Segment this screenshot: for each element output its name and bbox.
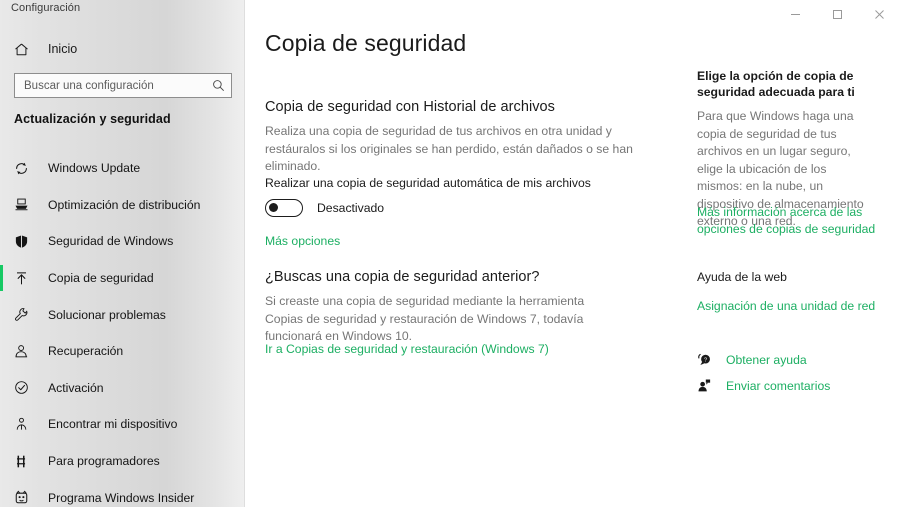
minimize-button[interactable] bbox=[774, 0, 816, 28]
section-description-previous-backup: Si creaste una copia de seguridad median… bbox=[265, 294, 585, 343]
search-input[interactable] bbox=[15, 73, 206, 98]
sidebar-item-label: Optimización de distribución bbox=[48, 197, 201, 212]
feedback-person-icon bbox=[697, 378, 719, 393]
recovery-icon bbox=[14, 344, 34, 359]
close-icon bbox=[874, 9, 884, 19]
sidebar-item-windows-update[interactable]: Windows Update bbox=[0, 150, 245, 187]
sidebar-item-find-my-device[interactable]: Encontrar mi dispositivo bbox=[0, 406, 245, 443]
right-panel-actions: ? Obtener ayuda Enviar comentarios bbox=[697, 348, 830, 400]
close-button[interactable] bbox=[858, 0, 900, 28]
help-bubble-icon: ? bbox=[697, 352, 719, 367]
toggle-knob bbox=[269, 203, 278, 212]
window-controls bbox=[774, 0, 900, 28]
find-device-icon bbox=[14, 417, 34, 432]
selection-accent bbox=[0, 411, 3, 438]
selection-accent bbox=[0, 301, 3, 328]
sidebar-item-troubleshoot[interactable]: Solucionar problemas bbox=[0, 296, 245, 333]
page-title: Copia de seguridad bbox=[265, 30, 467, 56]
main-content: Copia de seguridad Copia de seguridad co… bbox=[245, 0, 675, 507]
developer-icon bbox=[14, 454, 34, 469]
wrench-icon bbox=[14, 307, 34, 322]
sidebar-item-label: Programa Windows Insider bbox=[48, 490, 195, 505]
section-heading-file-history: Copia de seguridad con Historial de arch… bbox=[265, 99, 555, 115]
shield-icon bbox=[14, 234, 34, 249]
legacy-backup-link[interactable]: Ir a Copias de seguridad y restauración … bbox=[265, 342, 549, 356]
sidebar-item-label: Seguridad de Windows bbox=[48, 234, 174, 249]
learn-more-backup-options-link[interactable]: Más información acerca de las opciones d… bbox=[697, 204, 877, 238]
more-options-link[interactable]: Más opciones bbox=[265, 234, 340, 248]
auto-backup-toggle[interactable] bbox=[265, 199, 303, 217]
insider-icon bbox=[14, 490, 34, 505]
maximize-button[interactable] bbox=[816, 0, 858, 28]
auto-backup-toggle-state: Desactivado bbox=[317, 201, 385, 215]
right-help-panel: Elige la opción de copia de seguridad ad… bbox=[675, 0, 900, 507]
get-help-action[interactable]: ? Obtener ayuda bbox=[697, 348, 830, 371]
sync-icon bbox=[14, 161, 34, 176]
section-heading-previous-backup: ¿Buscas una copia de seguridad anterior? bbox=[265, 269, 540, 285]
sidebar-item-windows-insider[interactable]: Programa Windows Insider bbox=[0, 479, 245, 516]
selection-accent bbox=[0, 192, 3, 219]
sidebar-item-label: Encontrar mi dispositivo bbox=[48, 417, 178, 432]
sidebar-item-label: Para programadores bbox=[48, 454, 160, 469]
sidebar-item-windows-security[interactable]: Seguridad de Windows bbox=[0, 223, 245, 260]
sidebar-item-for-developers[interactable]: Para programadores bbox=[0, 443, 245, 480]
home-icon bbox=[14, 42, 34, 57]
send-feedback-label: Enviar comentarios bbox=[726, 378, 831, 393]
selection-accent bbox=[0, 448, 3, 475]
sidebar: Inicio Actualización y seguridad bbox=[0, 0, 245, 507]
delivery-optimization-icon bbox=[14, 197, 34, 212]
sidebar-item-home[interactable]: Inicio bbox=[0, 36, 245, 62]
upload-arrow-icon bbox=[14, 271, 34, 286]
get-help-label: Obtener ayuda bbox=[726, 352, 807, 367]
sidebar-item-backup[interactable]: Copia de seguridad bbox=[0, 260, 245, 297]
search-box[interactable] bbox=[14, 73, 232, 98]
selection-accent bbox=[0, 375, 3, 402]
sidebar-item-label: Activación bbox=[48, 380, 104, 395]
sidebar-item-activation[interactable]: Activación bbox=[0, 370, 245, 407]
window-title: Configuración bbox=[11, 2, 81, 14]
selection-accent bbox=[0, 228, 3, 255]
selection-accent bbox=[0, 338, 3, 365]
minimize-icon bbox=[790, 13, 800, 15]
search-icon[interactable] bbox=[206, 79, 231, 92]
sidebar-item-label: Solucionar problemas bbox=[48, 307, 166, 322]
settings-window: Configuración Inicio Buscar una configur… bbox=[0, 0, 900, 507]
sidebar-item-label: Recuperación bbox=[48, 344, 124, 359]
sidebar-item-delivery-optimization[interactable]: Optimización de distribución bbox=[0, 187, 245, 224]
auto-backup-label: Realizar una copia de seguridad automáti… bbox=[265, 176, 591, 190]
map-network-drive-link[interactable]: Asignación de una unidad de red bbox=[697, 299, 875, 313]
section-description-file-history: Realiza una copia de seguridad de tus ar… bbox=[265, 124, 633, 173]
auto-backup-toggle-row[interactable]: Desactivado bbox=[265, 199, 384, 217]
sidebar-home-label: Inicio bbox=[48, 42, 78, 56]
sidebar-category-title: Actualización y seguridad bbox=[14, 112, 171, 126]
maximize-icon bbox=[832, 9, 842, 19]
selection-accent bbox=[0, 155, 3, 182]
right-panel-heading: Elige la opción de copia de seguridad ad… bbox=[697, 69, 855, 99]
sidebar-item-label: Copia de seguridad bbox=[48, 271, 154, 286]
title-bar: Configuración bbox=[0, 0, 900, 28]
sidebar-nav: Windows Update Optimización de distribuc… bbox=[0, 150, 245, 516]
sidebar-item-recovery[interactable]: Recuperación bbox=[0, 333, 245, 370]
web-help-heading: Ayuda de la web bbox=[697, 270, 787, 284]
send-feedback-action[interactable]: Enviar comentarios bbox=[697, 374, 830, 397]
check-circle-icon bbox=[14, 380, 34, 395]
sidebar-item-label: Windows Update bbox=[48, 161, 141, 176]
selection-accent bbox=[0, 264, 3, 292]
